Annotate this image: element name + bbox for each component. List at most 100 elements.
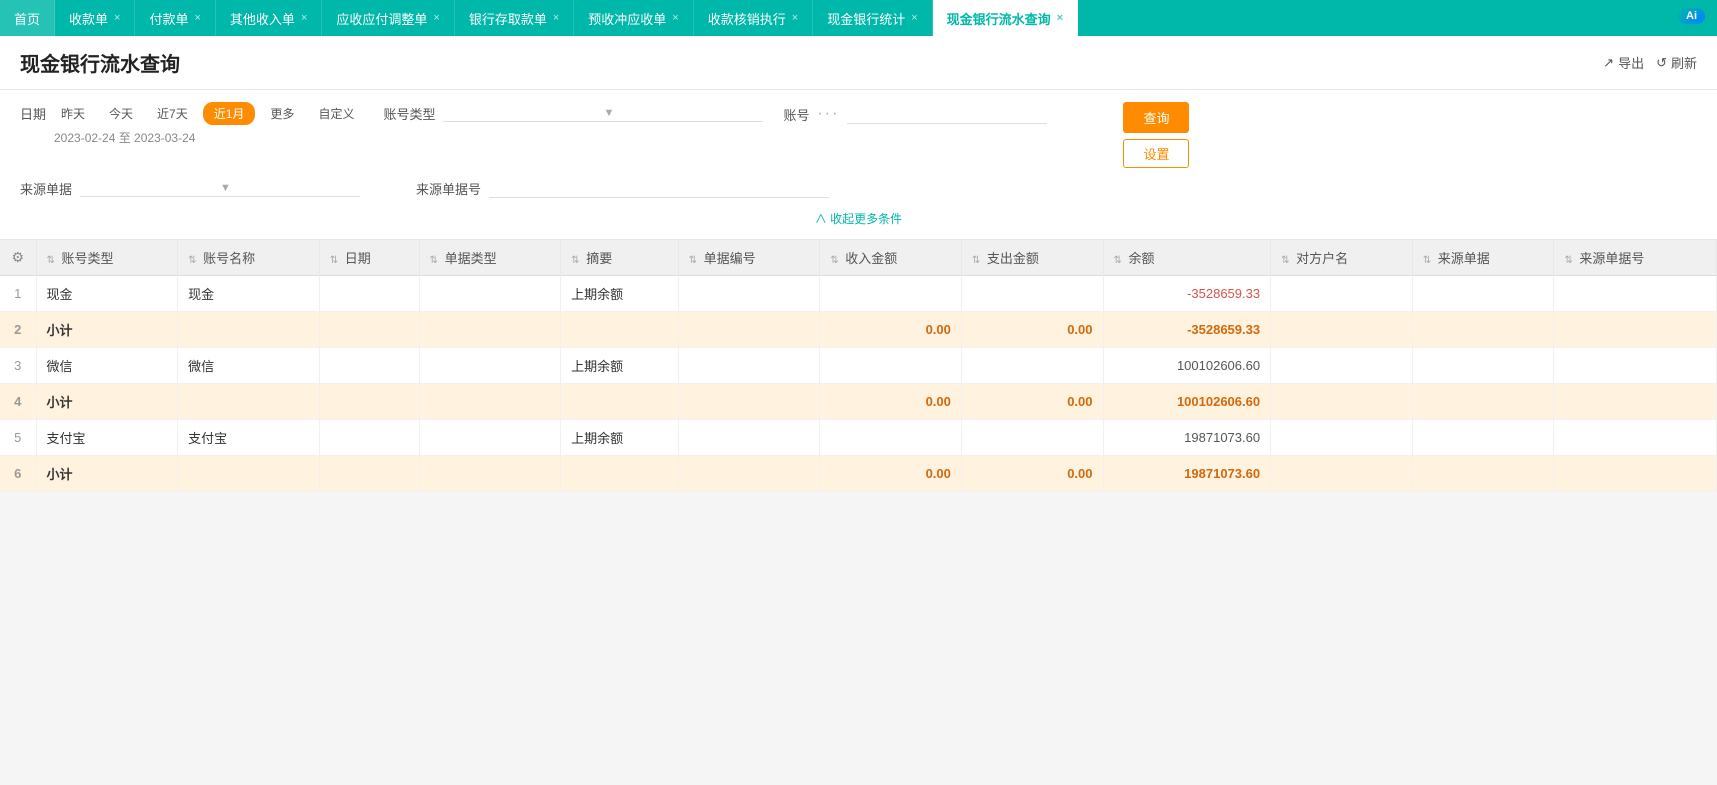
close-icon[interactable]: × <box>911 12 917 24</box>
source-doc-select[interactable]: ▼ <box>80 180 360 197</box>
close-icon[interactable]: × <box>114 12 120 24</box>
cell-doc-type <box>419 312 561 348</box>
cell-source-doc <box>1412 384 1554 420</box>
sort-icon[interactable]: ⇅ <box>830 255 838 266</box>
close-icon[interactable]: × <box>1057 12 1063 24</box>
settings-column-header[interactable]: ⚙ <box>0 240 36 276</box>
date-range-text: 2023-02-24 至 2023-03-24 <box>54 131 195 145</box>
filter-area: 日期 昨天 今天 近7天 近1月 更多 自定义 2023-02-24 至 202… <box>0 90 1717 240</box>
nav-adjustment[interactable]: 应收应付调整单 × <box>322 0 454 36</box>
cell-source-doc <box>1412 420 1554 456</box>
more-btn[interactable]: 更多 <box>261 102 303 125</box>
sort-icon[interactable]: ⇅ <box>1423 255 1431 266</box>
cell-expense <box>961 276 1103 312</box>
close-icon[interactable]: × <box>553 12 559 24</box>
table-row[interactable]: 2 小计 0.00 0.00 -3528659.33 <box>0 312 1717 348</box>
sort-icon[interactable]: ⇅ <box>689 255 697 266</box>
gear-icon[interactable]: ⚙ <box>11 249 24 265</box>
today-btn[interactable]: 今天 <box>100 102 142 125</box>
nav-bank-stats[interactable]: 现金银行统计 × <box>813 0 932 36</box>
table-row[interactable]: 3 微信 微信 上期余额 100102606.60 <box>0 348 1717 384</box>
sort-icon[interactable]: ⇅ <box>972 255 980 266</box>
last7days-btn[interactable]: 近7天 <box>148 102 197 125</box>
chevron-up-icon: ∧ <box>815 212 827 226</box>
cell-expense: 0.00 <box>961 456 1103 492</box>
cell-date <box>319 456 419 492</box>
cell-source-doc <box>1412 348 1554 384</box>
row-index: 3 <box>0 348 36 384</box>
cell-doc-no <box>678 420 820 456</box>
account-no-input[interactable] <box>847 104 1047 124</box>
table-row[interactable]: 1 现金 现金 上期余额 -3528659.33 <box>0 276 1717 312</box>
table-header-row: ⚙ ⇅ 账号类型 ⇅ 账号名称 ⇅ 日期 ⇅ 单据类型 <box>0 240 1717 276</box>
close-icon[interactable]: × <box>672 12 678 24</box>
export-button[interactable]: ↗ 导出 <box>1603 53 1644 72</box>
yesterday-btn[interactable]: 昨天 <box>52 102 94 125</box>
more-dots-icon[interactable]: ··· <box>817 105 839 123</box>
header-actions: ↗ 导出 ↺ 刷新 Ai <box>1603 53 1697 72</box>
nav-bank-deposit[interactable]: 银行存取款单 × <box>455 0 574 36</box>
cell-summary: 上期余额 <box>561 420 678 456</box>
cell-doc-type <box>419 384 561 420</box>
th-balance: ⇅ 余额 <box>1103 240 1271 276</box>
sort-icon[interactable]: ⇅ <box>1281 255 1289 266</box>
cell-income: 0.00 <box>820 312 962 348</box>
query-button[interactable]: 查询 <box>1123 102 1189 133</box>
close-icon[interactable]: × <box>194 12 200 24</box>
nav-prepayment[interactable]: 预收冲应收单 × <box>574 0 693 36</box>
cell-source-doc <box>1412 456 1554 492</box>
nav-payment[interactable]: 付款单 × <box>135 0 215 36</box>
close-icon[interactable]: × <box>301 12 307 24</box>
nav-other-income[interactable]: 其他收入单 × <box>216 0 322 36</box>
chevron-down-icon: ▼ <box>220 182 356 194</box>
cell-account-type: 小计 <box>36 384 178 420</box>
close-icon[interactable]: × <box>792 12 798 24</box>
table-row[interactable]: 6 小计 0.00 0.00 19871073.60 <box>0 456 1717 492</box>
cell-summary <box>561 456 678 492</box>
close-icon[interactable]: × <box>433 12 439 24</box>
row-index: 4 <box>0 384 36 420</box>
cell-account-type: 现金 <box>36 276 178 312</box>
nav-receipt[interactable]: 收款单 × <box>55 0 135 36</box>
nav-home[interactable]: 首页 <box>0 0 55 36</box>
last1month-btn[interactable]: 近1月 <box>203 102 256 125</box>
sort-icon[interactable]: ⇅ <box>1114 255 1122 266</box>
cell-expense: 0.00 <box>961 312 1103 348</box>
account-type-label: 账号类型 <box>383 104 435 123</box>
collapse-button[interactable]: ∧ 收起更多条件 <box>20 206 1697 231</box>
cell-source-doc <box>1412 312 1554 348</box>
refresh-button[interactable]: ↺ 刷新 <box>1656 53 1697 72</box>
th-account-name: ⇅ 账号名称 <box>178 240 320 276</box>
cell-balance: -3528659.33 <box>1103 312 1271 348</box>
cell-date <box>319 384 419 420</box>
cell-doc-no <box>678 348 820 384</box>
source-doc-label: 来源单据 <box>20 179 72 198</box>
nav-verification[interactable]: 收款核销执行 × <box>694 0 813 36</box>
sort-icon[interactable]: ⇅ <box>430 255 438 266</box>
settings-button[interactable]: 设置 <box>1123 139 1189 168</box>
cell-doc-no <box>678 384 820 420</box>
cell-doc-no <box>678 312 820 348</box>
source-doc-no-input[interactable] <box>489 178 829 198</box>
date-label: 日期 <box>20 104 46 123</box>
account-type-select[interactable]: ▼ <box>443 105 763 122</box>
sort-icon[interactable]: ⇅ <box>47 255 55 266</box>
cell-expense <box>961 420 1103 456</box>
cell-source-doc-no <box>1554 456 1717 492</box>
cell-doc-type <box>419 456 561 492</box>
th-summary: ⇅ 摘要 <box>561 240 678 276</box>
table-row[interactable]: 5 支付宝 支付宝 上期余额 19871073.60 <box>0 420 1717 456</box>
custom-btn[interactable]: 自定义 <box>309 102 363 125</box>
table-row[interactable]: 4 小计 0.00 0.00 100102606.60 <box>0 384 1717 420</box>
cell-account-name: 微信 <box>178 348 320 384</box>
sort-icon[interactable]: ⇅ <box>330 255 338 266</box>
sort-icon[interactable]: ⇅ <box>571 255 579 266</box>
cell-account-type: 小计 <box>36 312 178 348</box>
cell-date <box>319 312 419 348</box>
th-doc-no: ⇅ 单据编号 <box>678 240 820 276</box>
cell-source-doc-no <box>1554 348 1717 384</box>
cell-doc-type <box>419 420 561 456</box>
nav-bank-flow[interactable]: 现金银行流水查询 × <box>933 0 1078 36</box>
sort-icon[interactable]: ⇅ <box>1564 255 1572 266</box>
sort-icon[interactable]: ⇅ <box>188 255 196 266</box>
